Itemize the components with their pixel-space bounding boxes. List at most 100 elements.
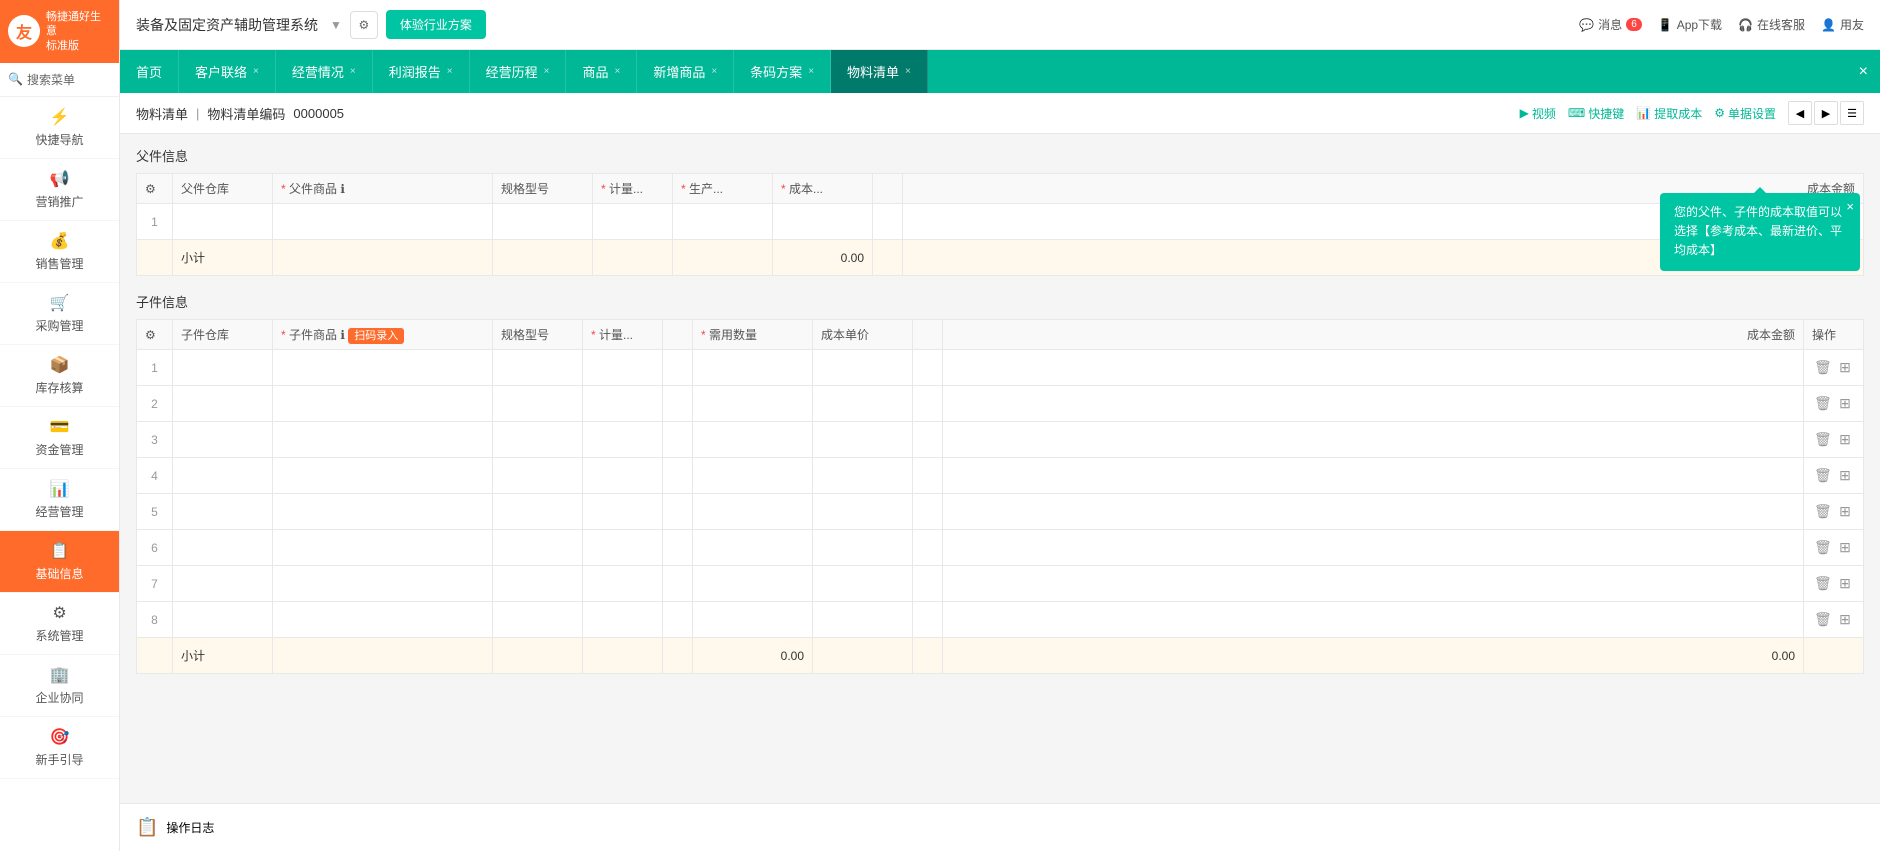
tab-close-7[interactable]: × [808, 66, 814, 77]
parent-row-1-warehouse[interactable] [173, 204, 273, 240]
child-row-3-spec[interactable] [493, 422, 583, 458]
child-row-2-spec[interactable] [493, 386, 583, 422]
settings-gear-button[interactable]: ⚙ [350, 11, 378, 39]
sidebar-item-inventory[interactable]: 📦库存核算 [0, 345, 119, 407]
tab-close-2[interactable]: × [350, 66, 356, 77]
single-settings-button[interactable]: ⚙ 单据设置 [1714, 105, 1776, 122]
sidebar-item-finance[interactable]: 💳资金管理 [0, 407, 119, 469]
child-row-2-product[interactable] [273, 386, 493, 422]
child-row-7-unit-price[interactable] [813, 566, 913, 602]
parent-row-1-cost[interactable] [773, 204, 873, 240]
nav-tab-5[interactable]: 商品× [566, 50, 637, 93]
sidebar-item-guide[interactable]: 🎯新手引导 [0, 717, 119, 779]
child-row-6-product[interactable] [273, 530, 493, 566]
trial-button[interactable]: 体验行业方案 [386, 10, 486, 39]
child-row-1-product[interactable] [273, 350, 493, 386]
child-row-8-product[interactable] [273, 602, 493, 638]
sidebar-item-quick-nav[interactable]: ⚡快捷导航 [0, 97, 119, 159]
child-row-5-product[interactable] [273, 494, 493, 530]
child-row-1-warehouse[interactable] [173, 350, 273, 386]
child-row-6-unit-price[interactable] [813, 530, 913, 566]
nav-tab-4[interactable]: 经营历程× [470, 50, 567, 93]
nav-tab-8[interactable]: 物料清单× [831, 50, 928, 93]
system-dropdown-icon[interactable]: ▼ [330, 18, 342, 32]
view-button[interactable]: ▶ 视频 [1520, 105, 1556, 122]
close-all-tabs-button[interactable]: × [1847, 55, 1880, 89]
child-row-3-delete-button[interactable]: 🗑 [1812, 429, 1834, 450]
sidebar-item-system[interactable]: ⚙系统管理 [0, 593, 119, 655]
child-row-1-unit-price[interactable] [813, 350, 913, 386]
child-row-4-qty[interactable] [693, 458, 813, 494]
child-row-7-copy-button[interactable]: ⊞ [1837, 573, 1853, 594]
child-row-4-unit[interactable] [583, 458, 663, 494]
child-row-8-unit-price[interactable] [813, 602, 913, 638]
child-row-4-product[interactable] [273, 458, 493, 494]
child-row-8-warehouse[interactable] [173, 602, 273, 638]
nav-tab-3[interactable]: 利润报告× [373, 50, 470, 93]
child-row-3-copy-button[interactable]: ⊞ [1837, 429, 1853, 450]
online-service-button[interactable]: 🎧 在线客服 [1738, 16, 1805, 33]
child-row-7-delete-button[interactable]: 🗑 [1812, 573, 1834, 594]
child-row-6-spec[interactable] [493, 530, 583, 566]
child-row-3-warehouse[interactable] [173, 422, 273, 458]
child-row-8-unit[interactable] [583, 602, 663, 638]
tab-close-6[interactable]: × [711, 66, 717, 77]
child-row-4-spec[interactable] [493, 458, 583, 494]
child-row-6-delete-button[interactable]: 🗑 [1812, 537, 1834, 558]
nav-tab-6[interactable]: 新增商品× [637, 50, 734, 93]
child-row-8-delete-button[interactable]: 🗑 [1812, 609, 1834, 630]
nav-tab-1[interactable]: 客户联络× [179, 50, 276, 93]
list-view-button[interactable]: ☰ [1840, 101, 1864, 125]
search-menu[interactable]: 🔍 搜索菜单 [0, 63, 119, 97]
child-row-1-copy-button[interactable]: ⊞ [1837, 357, 1853, 378]
child-row-1-qty[interactable] [693, 350, 813, 386]
user-menu[interactable]: 👤 用友 [1821, 16, 1864, 33]
tab-close-3[interactable]: × [447, 66, 453, 77]
child-row-7-spec[interactable] [493, 566, 583, 602]
child-row-8-qty[interactable] [693, 602, 813, 638]
tab-close-4[interactable]: × [544, 66, 550, 77]
extract-cost-button[interactable]: 📊 提取成本 [1636, 105, 1702, 122]
tab-close-1[interactable]: × [253, 66, 259, 77]
child-row-3-unit[interactable] [583, 422, 663, 458]
child-row-5-unit-price[interactable] [813, 494, 913, 530]
sidebar-item-marketing[interactable]: 📢营销推广 [0, 159, 119, 221]
parent-col-settings[interactable]: ⚙ [137, 174, 173, 204]
parent-row-1-production[interactable] [673, 204, 773, 240]
child-row-2-unit[interactable] [583, 386, 663, 422]
tooltip-close-button[interactable]: × [1846, 197, 1854, 218]
child-col-settings[interactable]: ⚙ [137, 320, 173, 350]
child-row-4-unit-price[interactable] [813, 458, 913, 494]
prev-page-button[interactable]: ◀ [1788, 101, 1812, 125]
tab-close-8[interactable]: × [905, 66, 911, 77]
child-row-3-qty[interactable] [693, 422, 813, 458]
nav-tab-0[interactable]: 首页 [120, 50, 179, 93]
scan-badge[interactable]: 扫码录入 [348, 328, 404, 344]
sidebar-item-sales[interactable]: 💰销售管理 [0, 221, 119, 283]
shortcut-button[interactable]: ⌨ 快捷键 [1568, 105, 1624, 122]
child-row-8-copy-button[interactable]: ⊞ [1837, 609, 1853, 630]
child-row-8-spec[interactable] [493, 602, 583, 638]
child-row-1-spec[interactable] [493, 350, 583, 386]
child-row-7-unit[interactable] [583, 566, 663, 602]
child-row-2-delete-button[interactable]: 🗑 [1812, 393, 1834, 414]
app-download-button[interactable]: 📱 App下载 [1658, 16, 1722, 33]
child-row-7-warehouse[interactable] [173, 566, 273, 602]
parent-row-1-spec[interactable] [493, 204, 593, 240]
child-row-6-qty[interactable] [693, 530, 813, 566]
child-row-5-warehouse[interactable] [173, 494, 273, 530]
child-row-2-warehouse[interactable] [173, 386, 273, 422]
child-row-6-unit[interactable] [583, 530, 663, 566]
child-row-6-copy-button[interactable]: ⊞ [1837, 537, 1853, 558]
message-button[interactable]: 💬 消息 6 [1579, 16, 1642, 33]
sidebar-item-purchase[interactable]: 🛒采购管理 [0, 283, 119, 345]
child-row-1-delete-button[interactable]: 🗑 [1812, 357, 1834, 378]
child-row-2-copy-button[interactable]: ⊞ [1837, 393, 1853, 414]
parent-row-1-unit[interactable] [593, 204, 673, 240]
child-row-6-warehouse[interactable] [173, 530, 273, 566]
parent-row-1-product[interactable] [273, 204, 493, 240]
tab-close-5[interactable]: × [614, 66, 620, 77]
child-row-4-warehouse[interactable] [173, 458, 273, 494]
child-row-2-qty[interactable] [693, 386, 813, 422]
sidebar-item-enterprise[interactable]: 🏢企业协同 [0, 655, 119, 717]
